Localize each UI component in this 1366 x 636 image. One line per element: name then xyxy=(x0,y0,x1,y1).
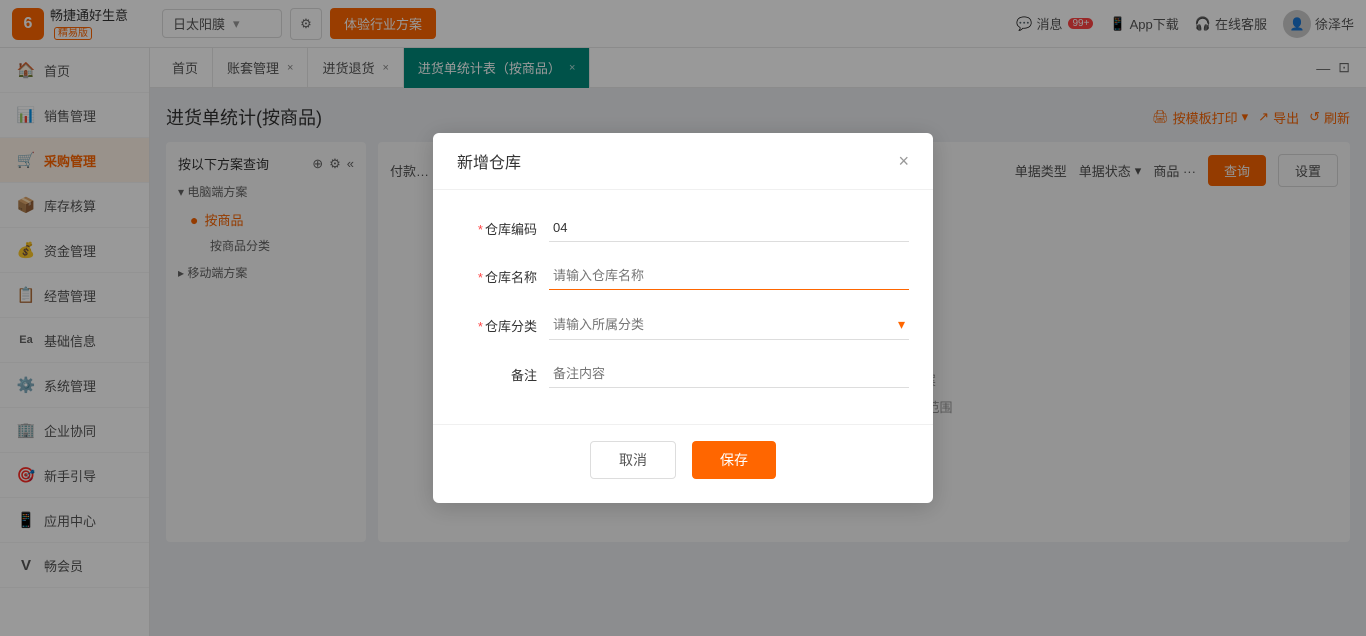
add-warehouse-dialog: 新增仓库 × 仓库编码 仓库名称 仓库分类 ▾ xyxy=(433,133,933,503)
modal-overlay[interactable]: 新增仓库 × 仓库编码 仓库名称 仓库分类 ▾ xyxy=(0,0,1366,636)
save-button[interactable]: 保存 xyxy=(692,441,776,479)
category-label: 仓库分类 xyxy=(457,316,537,335)
form-row-code: 仓库编码 xyxy=(457,214,909,242)
note-input[interactable] xyxy=(549,360,909,388)
dialog-footer: 取消 保存 xyxy=(433,424,933,503)
dialog-title: 新增仓库 xyxy=(457,149,521,173)
dialog-close-button[interactable]: × xyxy=(898,151,909,172)
form-row-category: 仓库分类 ▾ xyxy=(457,310,909,340)
category-input[interactable] xyxy=(553,317,898,332)
name-label: 仓库名称 xyxy=(457,267,537,286)
code-input[interactable] xyxy=(549,214,909,242)
category-select[interactable]: ▾ xyxy=(549,310,909,340)
code-label: 仓库编码 xyxy=(457,219,537,238)
category-dropdown-icon: ▾ xyxy=(898,316,905,333)
form-row-note: 备注 xyxy=(457,360,909,388)
dialog-header: 新增仓库 × xyxy=(433,133,933,190)
name-input[interactable] xyxy=(549,262,909,290)
dialog-body: 仓库编码 仓库名称 仓库分类 ▾ 备注 xyxy=(433,190,933,424)
note-label: 备注 xyxy=(457,365,537,384)
cancel-button[interactable]: 取消 xyxy=(590,441,676,479)
form-row-name: 仓库名称 xyxy=(457,262,909,290)
